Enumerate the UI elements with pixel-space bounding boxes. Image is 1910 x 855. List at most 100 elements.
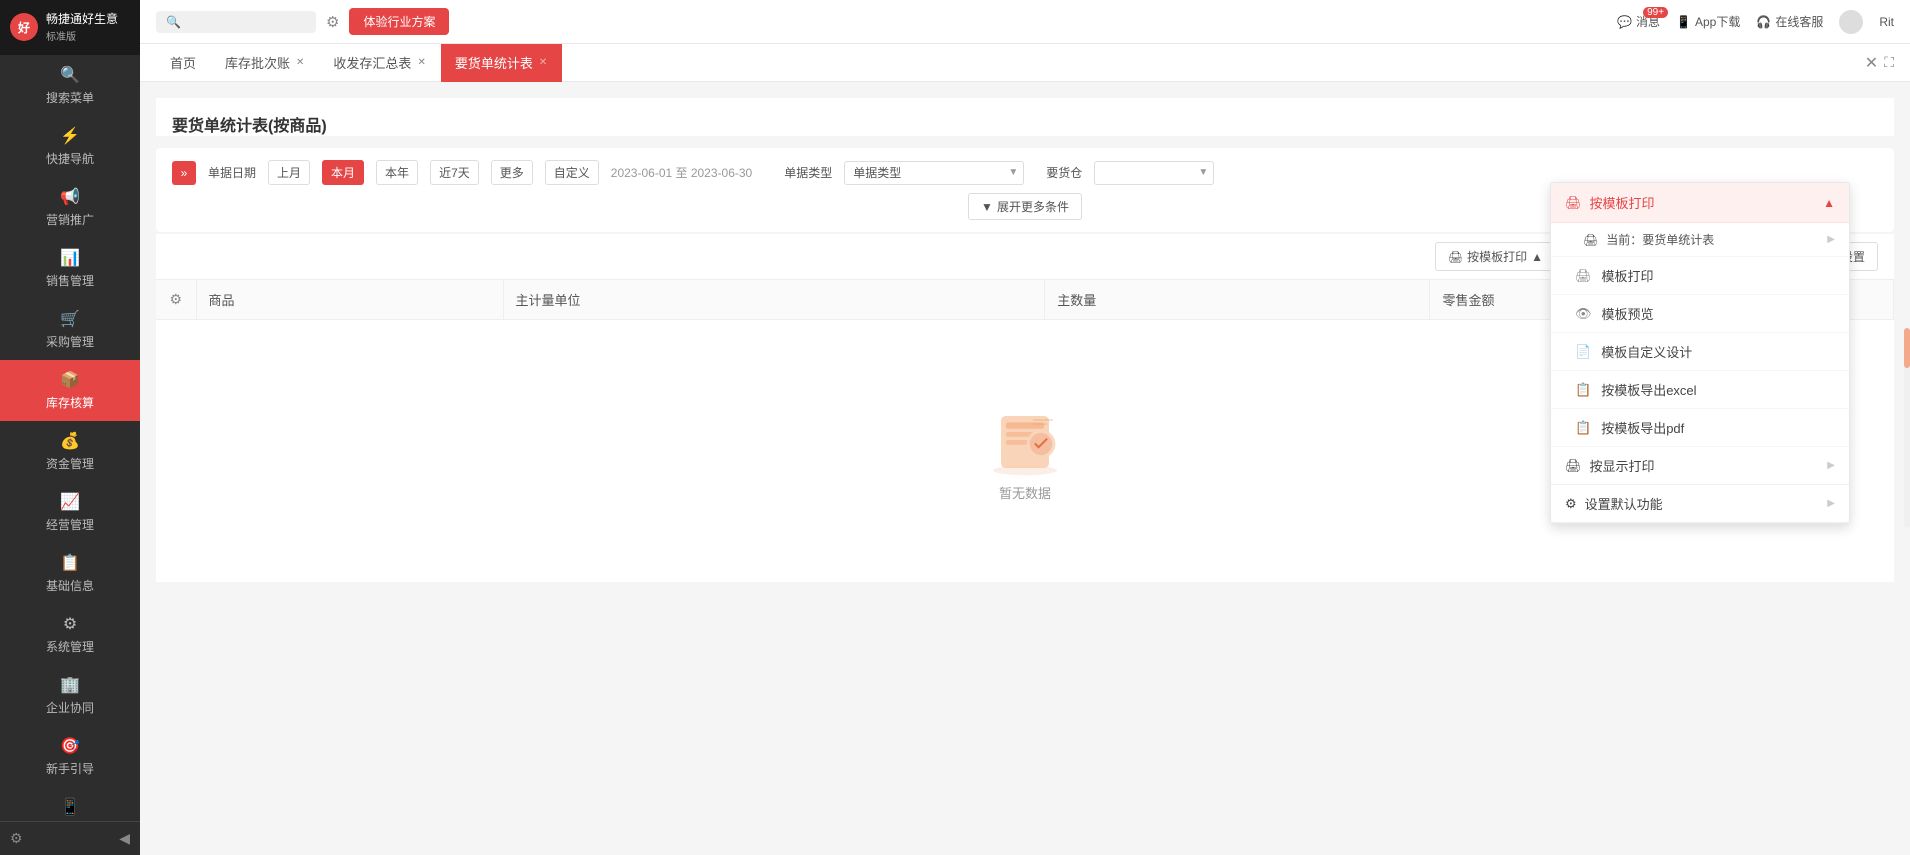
app-badge: 标准版 <box>46 28 118 43</box>
sidebar-nav: 🔍 搜索菜单 ⚡ 快捷导航 📢 营销推广 📊 销售管理 🛒 采购管理 📦 库存核… <box>0 55 140 821</box>
dropdown-collapse-icon: ▲ <box>1823 196 1835 210</box>
tabbar-actions: ✕ ⛶ <box>1865 53 1894 73</box>
date-btn-prev-month[interactable]: 上月 <box>268 160 310 185</box>
topbar-settings-icon[interactable]: ⚙ <box>326 13 339 31</box>
tabbar-expand-btn[interactable]: ⛶ <box>1884 54 1894 71</box>
sidebar-item-system[interactable]: ⚙ 系统管理 <box>0 604 140 665</box>
tab-home[interactable]: 首页 <box>156 44 211 82</box>
messages-icon: 💬 <box>1617 15 1632 29</box>
date-btn-last7days[interactable]: 近7天 <box>430 160 479 185</box>
col-unit: 主计量单位 <box>503 280 1045 320</box>
sidebar-item-newbie[interactable]: 🎯 新手引导 <box>0 726 140 787</box>
order-goods-label: 要货仓 <box>1046 164 1082 181</box>
col-goods: 商品 <box>196 280 503 320</box>
order-type-select-wrapper: 单据类型 ▼ <box>844 161 1024 185</box>
quick-nav-icon: ⚡ <box>60 126 80 146</box>
sidebar-bottom: ⚙ ◀ <box>0 821 140 855</box>
order-type-label: 单据类型 <box>784 164 832 181</box>
date-expand-btn[interactable]: » <box>172 161 196 185</box>
dropdown-template-preview[interactable]: 👁 模板预览 <box>1551 295 1849 333</box>
app-download-item[interactable]: 📱 App下载 <box>1676 13 1740 30</box>
collapse-icon[interactable]: ◀ <box>119 830 130 847</box>
sidebar-item-operations[interactable]: 📈 经营管理 <box>0 482 140 543</box>
app-name: 畅捷通好生意 <box>46 12 118 28</box>
print-icon: 🖨 <box>1448 250 1463 264</box>
logo-icon: 好 <box>10 13 38 41</box>
print-btn[interactable]: 🖨 按模板打印 ▲ <box>1435 242 1556 271</box>
dropdown-default-fn-left: ⚙ 设置默认功能 <box>1565 494 1663 513</box>
dropdown-display-print-left: 🖨 按显示打印 <box>1565 456 1655 475</box>
template-pdf-icon: 📋 <box>1575 420 1591 436</box>
sidebar-item-purchase[interactable]: 🛒 采购管理 <box>0 299 140 360</box>
display-print-icon: 🖨 <box>1565 458 1582 474</box>
expand-conditions-btn[interactable]: ▼ 展开更多条件 <box>968 193 1082 220</box>
basic-info-icon: 📋 <box>60 553 80 573</box>
dropdown-default-fn[interactable]: ⚙ 设置默认功能 ▶ <box>1551 485 1849 523</box>
right-scrollbar[interactable] <box>1904 328 1910 528</box>
sales-icon: 📊 <box>60 248 80 268</box>
current-template-icon: 🖨 <box>1583 233 1598 247</box>
col-qty: 主数量 <box>1045 280 1430 320</box>
date-btn-more[interactable]: 更多 <box>491 160 533 185</box>
newbie-icon: 🎯 <box>60 736 80 756</box>
date-btn-current-year[interactable]: 本年 <box>376 160 418 185</box>
tab-collection-summary-close[interactable]: ✕ <box>417 57 425 68</box>
user-name[interactable]: Rit <box>1879 15 1894 29</box>
sidebar-item-finance[interactable]: 💰 资金管理 <box>0 421 140 482</box>
dropdown-current-template[interactable]: 🖨 当前：要货单统计表 ▶ <box>1551 223 1849 257</box>
finance-icon: 💰 <box>60 431 80 451</box>
dropdown-template-excel[interactable]: 📋 按模板导出excel <box>1551 371 1849 409</box>
current-template-arrow: ▶ <box>1827 234 1835 245</box>
service-icon: 🎧 <box>1756 15 1771 29</box>
dropdown-display-print[interactable]: 🖨 按显示打印 ▶ <box>1551 447 1849 485</box>
settings-icon[interactable]: ⚙ <box>10 830 23 847</box>
display-print-arrow: ▶ <box>1827 460 1835 471</box>
app-download-icon: 📱 <box>1676 15 1691 29</box>
topbar-search[interactable]: 🔍 <box>156 11 316 33</box>
online-service-item[interactable]: 🎧 在线客服 <box>1756 13 1823 30</box>
enterprise-icon: 🏢 <box>60 675 80 695</box>
tabbar: 首页 库存批次账 ✕ 收发存汇总表 ✕ 要货单统计表 ✕ ✕ ⛶ <box>140 44 1910 82</box>
messages-item[interactable]: 💬 消息 99+ <box>1617 13 1660 30</box>
default-fn-icon: ⚙ <box>1565 496 1577 512</box>
user-avatar[interactable] <box>1839 10 1863 34</box>
sidebar-item-search[interactable]: 🔍 搜索菜单 <box>0 55 140 116</box>
sidebar-item-quick-nav[interactable]: ⚡ 快捷导航 <box>0 116 140 177</box>
print-dropdown: 🖨 按模板打印 ▲ 🖨 当前：要货单统计表 ▶ 🖨 模板打印 👁 模板预览 <box>1550 182 1850 524</box>
tab-order-summary-close[interactable]: ✕ <box>539 57 547 68</box>
tabbar-close-btn[interactable]: ✕ <box>1865 53 1878 73</box>
tab-collection-summary[interactable]: 收发存汇总表 ✕ <box>319 44 440 82</box>
col-settings-icon[interactable]: ⚙ <box>169 291 182 308</box>
page-header: 要货单统计表(按商品) <box>156 98 1894 136</box>
tab-batch-accounts-close[interactable]: ✕ <box>296 57 304 68</box>
date-label: 单据日期 <box>208 164 256 181</box>
operations-icon: 📈 <box>60 492 80 512</box>
sidebar-item-enterprise[interactable]: 🏢 企业协同 <box>0 665 140 726</box>
empty-illustration <box>975 400 1075 483</box>
dropdown-template-print[interactable]: 🖨 模板打印 <box>1551 257 1849 295</box>
sidebar: 好 畅捷通好生意 标准版 🔍 搜索菜单 ⚡ 快捷导航 📢 营销推广 📊 销售管理… <box>0 0 140 855</box>
industry-btn[interactable]: 体验行业方案 <box>349 8 449 35</box>
goods-select[interactable] <box>1094 161 1214 185</box>
sidebar-item-app-center[interactable]: 📱 应用中心 <box>0 787 140 821</box>
sidebar-item-inventory[interactable]: 📦 库存核算 <box>0 360 140 421</box>
tab-order-summary[interactable]: 要货单统计表 ✕ <box>441 44 562 82</box>
order-type-select[interactable]: 单据类型 <box>844 161 1024 185</box>
template-excel-icon: 📋 <box>1575 382 1591 398</box>
dropdown-template-design[interactable]: 📄 模板自定义设计 <box>1551 333 1849 371</box>
dropdown-header[interactable]: 🖨 按模板打印 ▲ <box>1551 183 1849 223</box>
dropdown-template-pdf[interactable]: 📋 按模板导出pdf <box>1551 409 1849 447</box>
tab-batch-accounts[interactable]: 库存批次账 ✕ <box>211 44 319 82</box>
sidebar-item-basic-info[interactable]: 📋 基础信息 <box>0 543 140 604</box>
print-dropdown-icon: ▲ <box>1531 250 1543 264</box>
topbar: 🔍 ⚙ 体验行业方案 💬 消息 99+ 📱 App下载 🎧 在线客服 Rit <box>140 0 1910 44</box>
date-btn-custom[interactable]: 自定义 <box>545 160 599 185</box>
app-logo: 好 畅捷通好生意 标准版 <box>0 0 140 55</box>
sidebar-item-sales[interactable]: 📊 销售管理 <box>0 238 140 299</box>
template-print-icon: 🖨 <box>1575 268 1592 284</box>
expand-icon: ▼ <box>981 200 993 214</box>
system-icon: ⚙ <box>63 614 77 634</box>
date-btn-current-month[interactable]: 本月 <box>322 160 364 185</box>
sidebar-item-marketing[interactable]: 📢 营销推广 <box>0 177 140 238</box>
page-title: 要货单统计表(按商品) <box>172 112 1878 136</box>
